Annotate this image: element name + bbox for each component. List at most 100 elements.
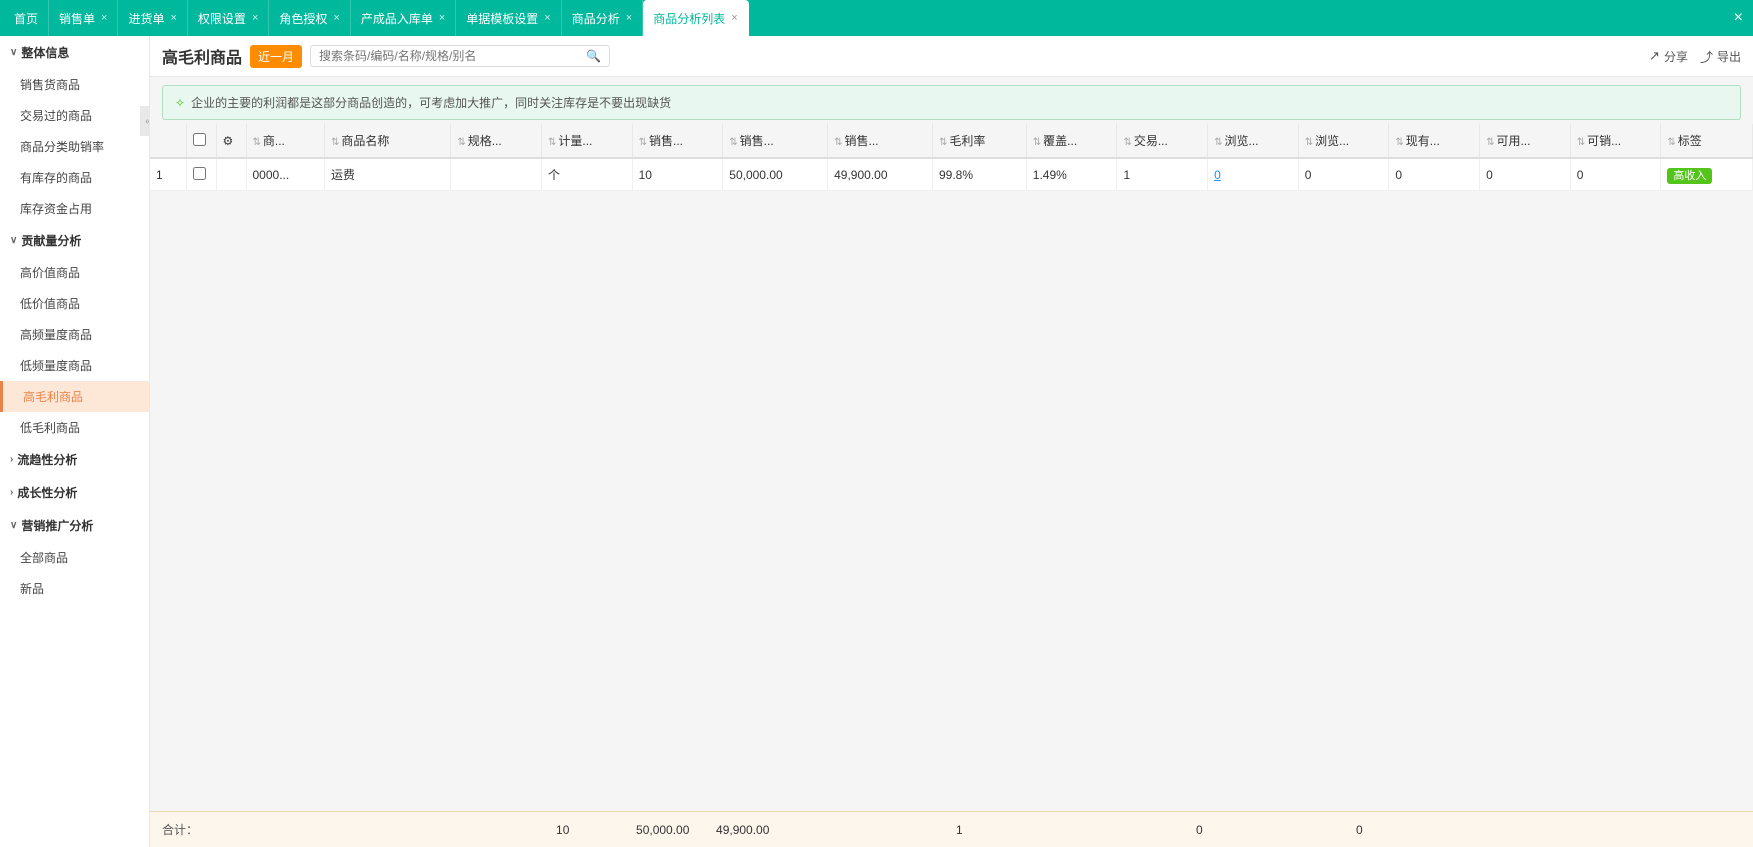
tab-home[interactable]: 首页 [4, 0, 49, 36]
col-coverage[interactable]: ⇅覆盖... [1026, 124, 1117, 158]
tab-purchase[interactable]: 进货单 × [118, 0, 187, 36]
sidebar-group-general[interactable]: ∨ 整体信息 [0, 36, 149, 69]
close-tab-sales[interactable]: × [101, 12, 107, 24]
sidebar-item-low-freq[interactable]: 低频量度商品 [0, 350, 149, 381]
sidebar-item-analysis-rate[interactable]: 商品分类助销率 [0, 131, 149, 162]
col-sales-cost[interactable]: ⇅销售... [828, 124, 933, 158]
sidebar-item-all-goods[interactable]: 全部商品 [0, 542, 149, 573]
sort-icon-sales-qty: ⇅ [639, 137, 647, 148]
sidebar-item-traded-goods[interactable]: 交易过的商品 [0, 100, 149, 131]
col-spec[interactable]: ⇅规格... [451, 124, 542, 158]
col-sales-qty[interactable]: ⇅销售... [632, 124, 723, 158]
cell-sales-cost: 49,900.00 [828, 158, 933, 191]
sidebar-item-sales-goods[interactable]: 销售货商品 [0, 69, 149, 100]
col-browse2[interactable]: ⇅浏览... [1298, 124, 1389, 158]
col-settings[interactable]: ⚙ [216, 124, 246, 158]
cell-available: 0 [1480, 158, 1571, 191]
tab-sales[interactable]: 销售单 × [49, 0, 118, 36]
sort-icon-tag: ⇅ [1667, 137, 1675, 148]
sort-icon-unit: ⇅ [548, 137, 556, 148]
sidebar-item-high-margin[interactable]: 高毛利商品 [0, 381, 149, 412]
sidebar-item-inventory-ratio[interactable]: 库存资金占用 [0, 193, 149, 224]
close-tab-products[interactable]: × [439, 12, 445, 24]
close-all-tabs[interactable]: × [1724, 9, 1753, 27]
page-title: 高毛利商品 [162, 44, 242, 68]
close-tab-purchase[interactable]: × [170, 12, 176, 24]
table-container: ⚙ ⇅商... ⇅商品名称 ⇅规格... ⇅计量... [150, 124, 1753, 811]
tab-analysislist[interactable]: 商品分析列表 × [643, 0, 748, 36]
sort-icon-current: ⇅ [1395, 137, 1403, 148]
sidebar-group-trend[interactable]: › 流趋性分析 [0, 443, 149, 476]
search-icon[interactable]: 🔍 [586, 49, 601, 63]
share-button[interactable]: ↗ 分享 [1649, 48, 1688, 65]
footer-cells: 10 50,000.00 49,900.00 1 0 0 [214, 823, 1741, 837]
col-sales-amt[interactable]: ⇅销售... [723, 124, 828, 158]
sidebar-item-inventory-goods[interactable]: 有库存的商品 [0, 162, 149, 193]
close-tab-roles[interactable]: × [333, 12, 339, 24]
col-margin-rate[interactable]: ⇅毛利率 [932, 124, 1026, 158]
sort-icon-code: ⇅ [253, 137, 261, 148]
col-name[interactable]: ⇅商品名称 [324, 124, 450, 158]
info-icon: ✧ [175, 96, 185, 110]
sort-icon-trade: ⇅ [1123, 137, 1131, 148]
settings-icon: ⚙ [223, 134, 234, 148]
cell-settings [216, 158, 246, 191]
content-area: 高毛利商品 近一月 🔍 ↗ 分享 ⤴ 导出 ✧ 企业的主要的利润都是这部分商品创… [150, 36, 1753, 847]
arrow-marketing: ∨ [10, 520, 17, 531]
export-button[interactable]: ⤴ 导出 [1700, 47, 1741, 66]
col-browse1[interactable]: ⇅浏览... [1208, 124, 1299, 158]
cell-saleable: 0 [1570, 158, 1661, 191]
col-unit[interactable]: ⇅计量... [541, 124, 632, 158]
sidebar-item-high-value[interactable]: 高价值商品 [0, 257, 149, 288]
close-tab-templates[interactable]: × [544, 12, 550, 24]
close-tab-analysis[interactable]: × [626, 12, 632, 24]
cell-tag: 高收入 [1661, 158, 1753, 191]
sort-icon-saleable: ⇅ [1577, 137, 1585, 148]
main-container: « ∨ 整体信息 销售货商品 交易过的商品 商品分类助销率 有库存的商品 库存资… [0, 36, 1753, 847]
tab-analysis[interactable]: 商品分析 × [562, 0, 643, 36]
search-input[interactable] [319, 49, 586, 63]
table-row: 1 0000... 运费 个 10 50,000.00 49,900.00 99… [150, 158, 1753, 191]
sort-icon-margin-rate: ⇅ [939, 137, 947, 148]
sidebar-group-marketing[interactable]: ∨ 营销推广分析 [0, 509, 149, 542]
col-trade[interactable]: ⇅交易... [1117, 124, 1208, 158]
search-box: 🔍 [310, 45, 610, 67]
close-tab-permissions[interactable]: × [252, 12, 258, 24]
filter-month-button[interactable]: 近一月 [250, 45, 302, 68]
sidebar-item-low-margin[interactable]: 低毛利商品 [0, 412, 149, 443]
col-checkbox [186, 124, 216, 158]
cell-checkbox[interactable] [186, 158, 216, 191]
col-current-stock[interactable]: ⇅现有... [1389, 124, 1480, 158]
footer-qty-cell: 10 [550, 823, 630, 837]
cell-unit: 个 [541, 158, 632, 191]
footer-bar: 合计： 10 50,000.00 49,900.00 1 0 0 [150, 811, 1753, 847]
cell-browse1[interactable]: 0 [1208, 158, 1299, 191]
col-available[interactable]: ⇅可用... [1480, 124, 1571, 158]
tab-roles[interactable]: 角色授权 × [269, 0, 350, 36]
sidebar-item-new-goods[interactable]: 新品 [0, 573, 149, 604]
tab-products[interactable]: 产成品入库单 × [351, 0, 456, 36]
sidebar-item-high-freq[interactable]: 高频量度商品 [0, 319, 149, 350]
footer-amt-cell: 50,000.00 [630, 823, 710, 837]
sidebar-item-low-value[interactable]: 低价值商品 [0, 288, 149, 319]
footer-cost-cell: 49,900.00 [710, 823, 790, 837]
tab-templates[interactable]: 单据模板设置 × [456, 0, 561, 36]
sort-icon-browse2: ⇅ [1305, 137, 1313, 148]
sort-icon-sales-amt: ⇅ [729, 137, 737, 148]
sidebar-collapse-button[interactable]: « [140, 106, 150, 136]
close-tab-analysislist[interactable]: × [731, 12, 737, 24]
sort-icon-spec: ⇅ [457, 137, 465, 148]
col-tag[interactable]: ⇅标签 [1661, 124, 1753, 158]
tab-permissions[interactable]: 权限设置 × [188, 0, 269, 36]
select-all-checkbox[interactable] [193, 133, 206, 146]
footer-saleable-cell: 0 [1350, 823, 1430, 837]
content-header: 高毛利商品 近一月 🔍 ↗ 分享 ⤴ 导出 [150, 36, 1753, 77]
sidebar-group-financial[interactable]: ∨ 贡献量分析 [0, 224, 149, 257]
row-checkbox[interactable] [193, 167, 206, 180]
cell-sales-qty: 10 [632, 158, 723, 191]
top-nav: 首页 销售单 × 进货单 × 权限设置 × 角色授权 × 产成品入库单 × 单据… [0, 0, 1753, 36]
col-code[interactable]: ⇅商... [246, 124, 324, 158]
cell-spec [451, 158, 542, 191]
col-saleable[interactable]: ⇅可销... [1570, 124, 1661, 158]
sidebar-group-growth[interactable]: › 成长性分析 [0, 476, 149, 509]
